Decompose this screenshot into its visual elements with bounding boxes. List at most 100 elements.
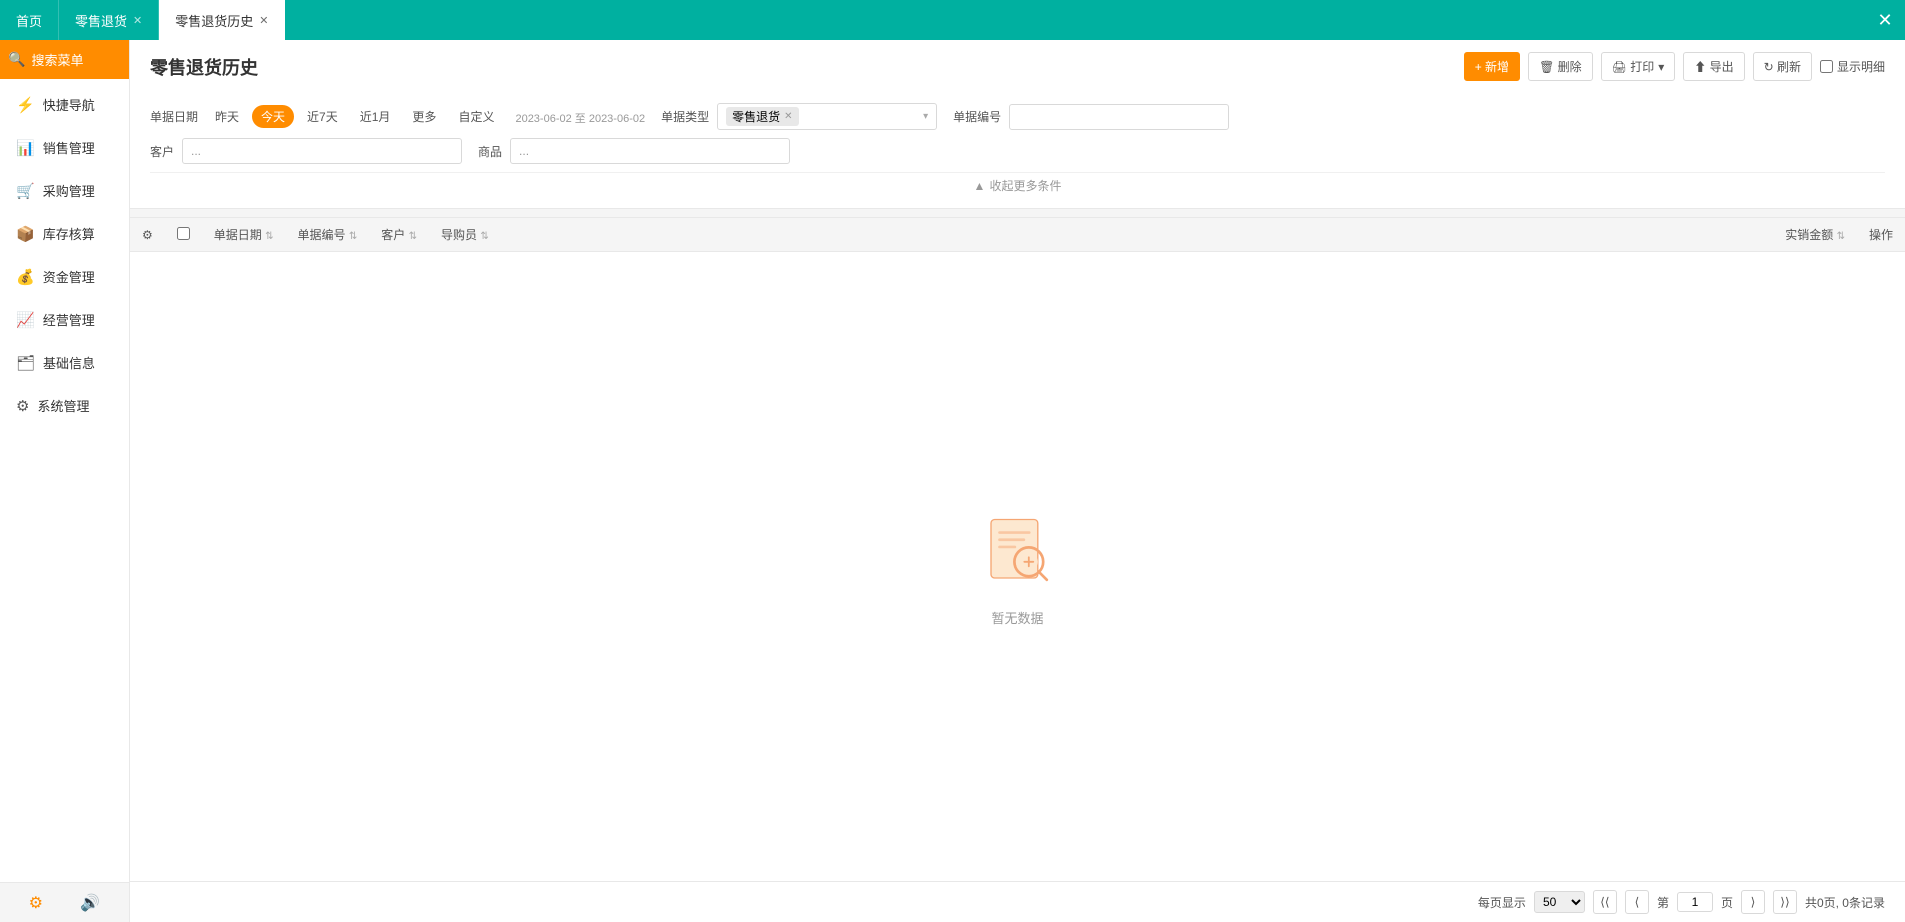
sidebar-item-finance[interactable]: 💰 资金管理 bbox=[0, 255, 129, 298]
settings-bottom-icon[interactable]: ⚙ bbox=[29, 893, 43, 913]
system-icon: ⚙ bbox=[16, 397, 29, 415]
window-close-button[interactable]: ✕ bbox=[1865, 0, 1905, 40]
per-page-select[interactable]: 50 10 20 100 bbox=[1534, 891, 1585, 913]
type-filter-label: 单据类型 bbox=[661, 108, 709, 125]
th-bill-no-label: 单据编号 bbox=[298, 228, 346, 242]
first-page-button[interactable]: ⟨⟨ bbox=[1593, 890, 1617, 914]
sidebar-item-inventory-label: 库存核算 bbox=[43, 224, 95, 243]
sidebar-item-quick-nav[interactable]: ⚡ 快捷导航 bbox=[0, 83, 129, 126]
tab-retail-return-close[interactable]: ✕ bbox=[133, 14, 142, 27]
toolbar: + 新增 🗑 删除 🖨 打印 ▾ ⬆ 导出 ↻ 刷新 bbox=[1464, 52, 1885, 81]
sidebar-item-system[interactable]: ⚙ 系统管理 bbox=[0, 384, 129, 427]
inventory-icon: 📦 bbox=[16, 225, 35, 243]
export-button[interactable]: ⬆ 导出 bbox=[1683, 52, 1744, 81]
sidebar-item-sales[interactable]: 📊 销售管理 bbox=[0, 126, 129, 169]
sidebar-item-inventory[interactable]: 📦 库存核算 bbox=[0, 212, 129, 255]
type-filter-arrow: ▾ bbox=[923, 111, 928, 122]
th-bill-no-sort-icon[interactable]: ⇅ bbox=[349, 231, 357, 242]
next-page-button[interactable]: ⟩ bbox=[1741, 890, 1765, 914]
th-action: 操作 bbox=[1857, 218, 1905, 252]
date-btn-7days[interactable]: 近7天 bbox=[298, 105, 347, 128]
page-suffix-label: 页 bbox=[1721, 894, 1733, 911]
new-button-label: + 新增 bbox=[1475, 58, 1509, 75]
date-btn-more[interactable]: 更多 bbox=[403, 105, 445, 128]
data-table: ⚙ 单据日期 ⇅ 单据编号 ⇅ bbox=[130, 217, 1905, 252]
table-head: ⚙ 单据日期 ⇅ 单据编号 ⇅ bbox=[130, 218, 1905, 252]
th-date-sort-icon[interactable]: ⇅ bbox=[265, 231, 273, 242]
collapse-icon: ▲ bbox=[974, 179, 986, 193]
th-amount-label: 实销金额 bbox=[1785, 228, 1833, 242]
sidebar-search[interactable]: 🔍 搜索菜单 bbox=[0, 40, 129, 79]
collapse-bar-text: ▲ 收起更多条件 bbox=[974, 177, 1062, 194]
filter-area: 单据日期 昨天 今天 近7天 近1月 bbox=[150, 93, 1885, 208]
tab-retail-return-history-label: 零售退货历史 bbox=[175, 11, 253, 30]
customer-filter-item: 客户 ... bbox=[150, 138, 462, 164]
display-toggle[interactable]: 显示明细 bbox=[1820, 58, 1885, 75]
column-settings-icon[interactable]: ⚙ bbox=[142, 228, 153, 242]
new-button[interactable]: + 新增 bbox=[1464, 52, 1520, 81]
th-guide-sort-icon[interactable]: ⇅ bbox=[480, 231, 488, 242]
refresh-button[interactable]: ↻ 刷新 bbox=[1753, 52, 1812, 81]
print-button-label: 🖨 打印 bbox=[1612, 58, 1655, 75]
th-customer-label: 客户 bbox=[381, 228, 405, 242]
filter-row-2: 客户 ... 商品 ... bbox=[150, 138, 1885, 164]
audio-icon[interactable]: 🔊 bbox=[80, 893, 100, 913]
tab-home-label: 首页 bbox=[16, 11, 42, 30]
print-button[interactable]: 🖨 打印 ▾ bbox=[1601, 52, 1676, 81]
sidebar-item-operation[interactable]: 📈 经营管理 bbox=[0, 298, 129, 341]
date-btn-1month[interactable]: 近1月 bbox=[351, 105, 400, 128]
th-amount-sort-icon[interactable]: ⇅ bbox=[1837, 231, 1845, 242]
empty-icon bbox=[973, 506, 1063, 596]
th-customer-sort-icon[interactable]: ⇅ bbox=[409, 231, 417, 242]
goods-filter-select[interactable]: ... bbox=[510, 138, 790, 164]
select-all-checkbox[interactable] bbox=[177, 227, 190, 240]
finance-icon: 💰 bbox=[16, 268, 35, 286]
tab-retail-return-history[interactable]: 零售退货历史 ✕ bbox=[159, 0, 285, 40]
sidebar-item-system-label: 系统管理 bbox=[37, 396, 89, 415]
content-area: 零售退货历史 + 新增 🗑 删除 🖨 打印 ▾ ⬆ 导出 bbox=[130, 40, 1905, 922]
collapse-bar[interactable]: ▲ 收起更多条件 bbox=[150, 172, 1885, 198]
date-btn-yesterday[interactable]: 昨天 bbox=[206, 105, 248, 128]
page-number-input[interactable] bbox=[1677, 892, 1713, 912]
customer-filter-select[interactable]: ... bbox=[182, 138, 462, 164]
empty-state: 暂无数据 bbox=[130, 252, 1905, 881]
empty-text: 暂无数据 bbox=[991, 608, 1043, 627]
pagination-bar: 每页显示 50 10 20 100 ⟨⟨ ⟨ 第 页 ⟩ ⟩⟩ 共0页, 0条记… bbox=[130, 881, 1905, 922]
basic-info-icon: 🗂 bbox=[16, 354, 35, 372]
main-layout: 🔍 搜索菜单 ⚡ 快捷导航 📊 销售管理 🛒 采购管理 📦 库存核算 💰 bbox=[0, 40, 1905, 922]
tab-retail-return[interactable]: 零售退货 ✕ bbox=[59, 0, 159, 40]
sidebar-item-purchase[interactable]: 🛒 采购管理 bbox=[0, 169, 129, 212]
goods-filter-item: 商品 ... bbox=[478, 138, 790, 164]
top-bar: 首页 零售退货 ✕ 零售退货历史 ✕ ✕ bbox=[0, 0, 1905, 40]
prev-page-button[interactable]: ⟨ bbox=[1625, 890, 1649, 914]
display-toggle-checkbox[interactable] bbox=[1820, 60, 1833, 73]
refresh-button-label: ↻ 刷新 bbox=[1764, 58, 1801, 75]
bill-no-input[interactable] bbox=[1009, 104, 1229, 130]
sidebar-search-label: 搜索菜单 bbox=[31, 50, 83, 69]
sidebar-item-basic-info[interactable]: 🗂 基础信息 bbox=[0, 341, 129, 384]
th-action-label: 操作 bbox=[1869, 228, 1893, 242]
last-page-button[interactable]: ⟩⟩ bbox=[1773, 890, 1797, 914]
date-btn-custom[interactable]: 自定义 bbox=[449, 105, 503, 128]
print-dropdown-icon[interactable]: ▾ bbox=[1658, 60, 1664, 74]
page-prefix-label: 第 bbox=[1657, 894, 1669, 911]
tab-retail-return-history-close[interactable]: ✕ bbox=[259, 14, 268, 27]
date-filter-item: 单据日期 昨天 今天 近7天 近1月 bbox=[150, 105, 645, 128]
per-page-label: 每页显示 bbox=[1478, 894, 1526, 911]
th-guide: 导购员 ⇅ bbox=[429, 218, 501, 252]
delete-button[interactable]: 🗑 删除 bbox=[1528, 52, 1593, 81]
sidebar-item-quick-nav-label: 快捷导航 bbox=[43, 95, 95, 114]
type-filter-select[interactable]: 零售退货 ✕ ▾ bbox=[717, 103, 937, 130]
date-btn-today[interactable]: 今天 bbox=[252, 105, 294, 128]
tab-retail-return-label: 零售退货 bbox=[75, 11, 127, 30]
table-header-row: ⚙ 单据日期 ⇅ 单据编号 ⇅ bbox=[130, 218, 1905, 252]
tab-home[interactable]: 首页 bbox=[0, 0, 59, 40]
delete-button-label: 🗑 删除 bbox=[1539, 58, 1582, 75]
th-customer: 客户 ⇅ bbox=[369, 218, 429, 252]
collapse-label: 收起更多条件 bbox=[989, 177, 1061, 194]
customer-filter-dots: ... bbox=[191, 144, 201, 158]
date-filter-label: 单据日期 bbox=[150, 108, 198, 125]
type-filter-tag-close[interactable]: ✕ bbox=[784, 111, 792, 122]
filter-row-1: 单据日期 昨天 今天 近7天 近1月 bbox=[150, 103, 1885, 130]
table-wrap: ⚙ 单据日期 ⇅ 单据编号 ⇅ bbox=[130, 217, 1905, 881]
